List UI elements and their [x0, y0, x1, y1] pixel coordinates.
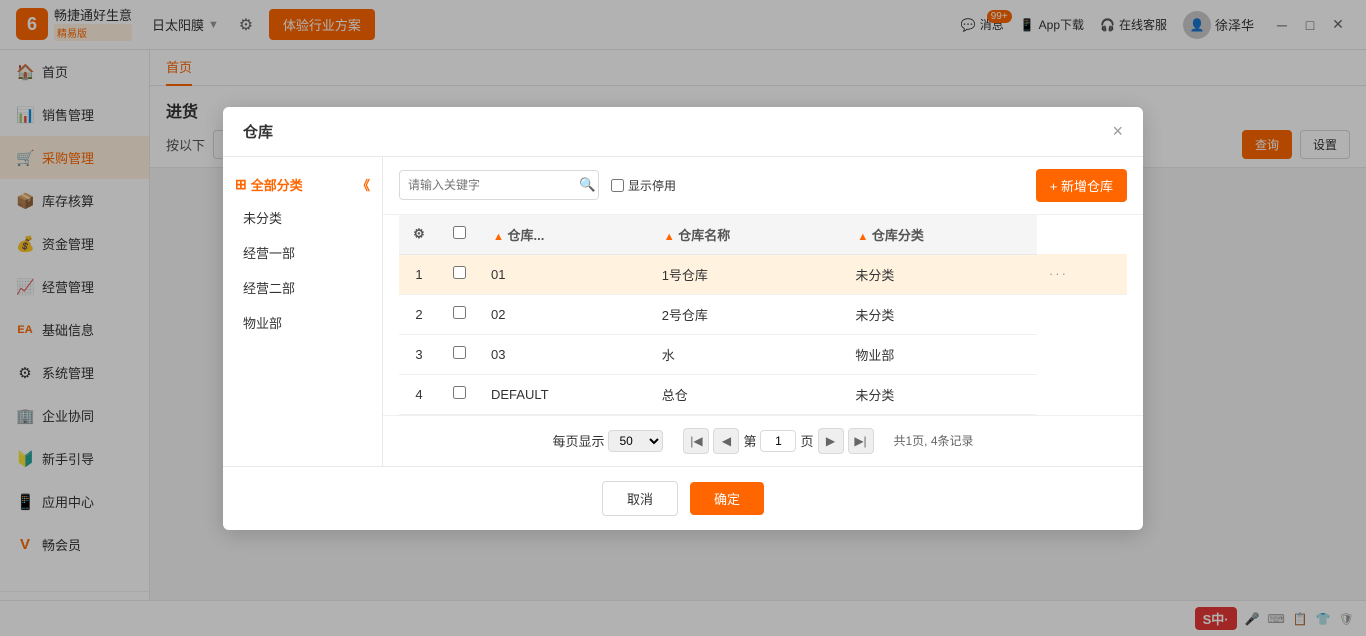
- new-warehouse-button[interactable]: + 新增仓库: [1036, 169, 1127, 202]
- col-name: ▲ 仓库名称: [650, 215, 844, 255]
- modal-content-area: 🔍 显示停用 + 新增仓库 ⚙: [383, 157, 1143, 466]
- row-checkbox[interactable]: [439, 254, 479, 294]
- row-code: 02: [479, 294, 650, 334]
- select-all-checkbox[interactable]: [453, 226, 466, 239]
- modal-overlay: 仓库 × ⊞ 全部分类 《 未分类 经营一部 经营二部 物业部: [0, 0, 1366, 636]
- row-category: 未分类: [843, 294, 1037, 334]
- row-checkbox[interactable]: [439, 294, 479, 334]
- all-categories-header[interactable]: ⊞ 全部分类 《: [223, 169, 382, 200]
- col-category: ▲ 仓库分类: [843, 215, 1037, 255]
- row-num: 2: [399, 294, 439, 334]
- collapse-icon: 《: [357, 175, 370, 194]
- row-checkbox[interactable]: [439, 374, 479, 414]
- modal-header: 仓库 ×: [223, 107, 1143, 157]
- modal-close-button[interactable]: ×: [1112, 121, 1123, 142]
- page-input[interactable]: [760, 430, 796, 452]
- last-page-button[interactable]: ▶|: [848, 428, 874, 454]
- sort-icon2: ▲: [664, 231, 675, 243]
- modal-footer: 取消 确定: [223, 466, 1143, 530]
- page-size-selector: 每页显示 50 20 100: [552, 430, 663, 452]
- row-num: 4: [399, 374, 439, 414]
- row-code: 03: [479, 334, 650, 374]
- row-name: 水: [650, 334, 844, 374]
- row-category: 未分类: [843, 254, 1037, 294]
- category-item-unclassified[interactable]: 未分类: [223, 200, 382, 235]
- next-page-button[interactable]: ▶: [818, 428, 844, 454]
- show-disabled-label: 显示停用: [628, 177, 676, 194]
- pagination: 每页显示 50 20 100 |◀ ◀ 第 页 ▶: [383, 415, 1143, 466]
- table-row[interactable]: 2 02 2号仓库 未分类: [399, 294, 1127, 334]
- search-input[interactable]: [400, 172, 571, 198]
- page-nav: |◀ ◀ 第 页 ▶ ▶|: [683, 428, 873, 454]
- table-row[interactable]: 3 03 水 物业部: [399, 334, 1127, 374]
- table-row[interactable]: 4 DEFAULT 总仓 未分类: [399, 374, 1127, 414]
- prev-page-button[interactable]: ◀: [713, 428, 739, 454]
- table-body: 1 01 1号仓库 未分类 ··· 2 02 2: [399, 254, 1127, 414]
- show-disabled-checkbox[interactable]: 显示停用: [611, 177, 676, 194]
- confirm-button[interactable]: 确定: [690, 482, 764, 515]
- page-total: 共1页, 4条记录: [894, 432, 974, 449]
- table-header: ⚙ ▲ 仓库... ▲ 仓库名称: [399, 215, 1127, 255]
- modal-toolbar: 🔍 显示停用 + 新增仓库: [383, 157, 1143, 215]
- first-page-button[interactable]: |◀: [683, 428, 709, 454]
- search-box: 🔍: [399, 170, 599, 200]
- per-page-select[interactable]: 50 20 100: [608, 430, 663, 452]
- warehouse-modal: 仓库 × ⊞ 全部分类 《 未分类 经营一部 经营二部 物业部: [223, 107, 1143, 530]
- row-num: 3: [399, 334, 439, 374]
- row-code: 01: [479, 254, 650, 294]
- page-label: 第: [743, 431, 756, 450]
- row-name: 2号仓库: [650, 294, 844, 334]
- category-item-business2[interactable]: 经营二部: [223, 270, 382, 305]
- modal-title: 仓库: [243, 121, 273, 142]
- row-actions[interactable]: ···: [1037, 254, 1127, 294]
- page-unit: 页: [800, 431, 813, 450]
- cancel-button[interactable]: 取消: [602, 481, 678, 516]
- all-categories-label: 全部分类: [251, 175, 303, 194]
- row-name: 总仓: [650, 374, 844, 414]
- warehouse-table: ⚙ ▲ 仓库... ▲ 仓库名称: [399, 215, 1127, 415]
- category-item-business1[interactable]: 经营一部: [223, 235, 382, 270]
- row-code: DEFAULT: [479, 374, 650, 414]
- search-button[interactable]: 🔍: [571, 171, 599, 199]
- row-name: 1号仓库: [650, 254, 844, 294]
- category-item-property[interactable]: 物业部: [223, 305, 382, 340]
- table-row[interactable]: 1 01 1号仓库 未分类 ···: [399, 254, 1127, 294]
- row-checkbox[interactable]: [439, 334, 479, 374]
- data-table: ⚙ ▲ 仓库... ▲ 仓库名称: [383, 215, 1143, 415]
- modal-body: ⊞ 全部分类 《 未分类 经营一部 经营二部 物业部 🔍: [223, 157, 1143, 466]
- col-code: ▲ 仓库...: [479, 215, 650, 255]
- per-page-label: 每页显示: [552, 431, 604, 450]
- row-category: 物业部: [843, 334, 1037, 374]
- row-category: 未分类: [843, 374, 1037, 414]
- category-sidebar: ⊞ 全部分类 《 未分类 经营一部 经营二部 物业部: [223, 157, 383, 466]
- sort-icon3: ▲: [857, 231, 868, 243]
- show-disabled-check[interactable]: [611, 179, 624, 192]
- col-gear: ⚙: [399, 215, 439, 255]
- category-grid-icon: ⊞: [235, 176, 247, 193]
- col-checkbox: [439, 215, 479, 255]
- sort-icon: ▲: [493, 231, 504, 243]
- row-num: 1: [399, 254, 439, 294]
